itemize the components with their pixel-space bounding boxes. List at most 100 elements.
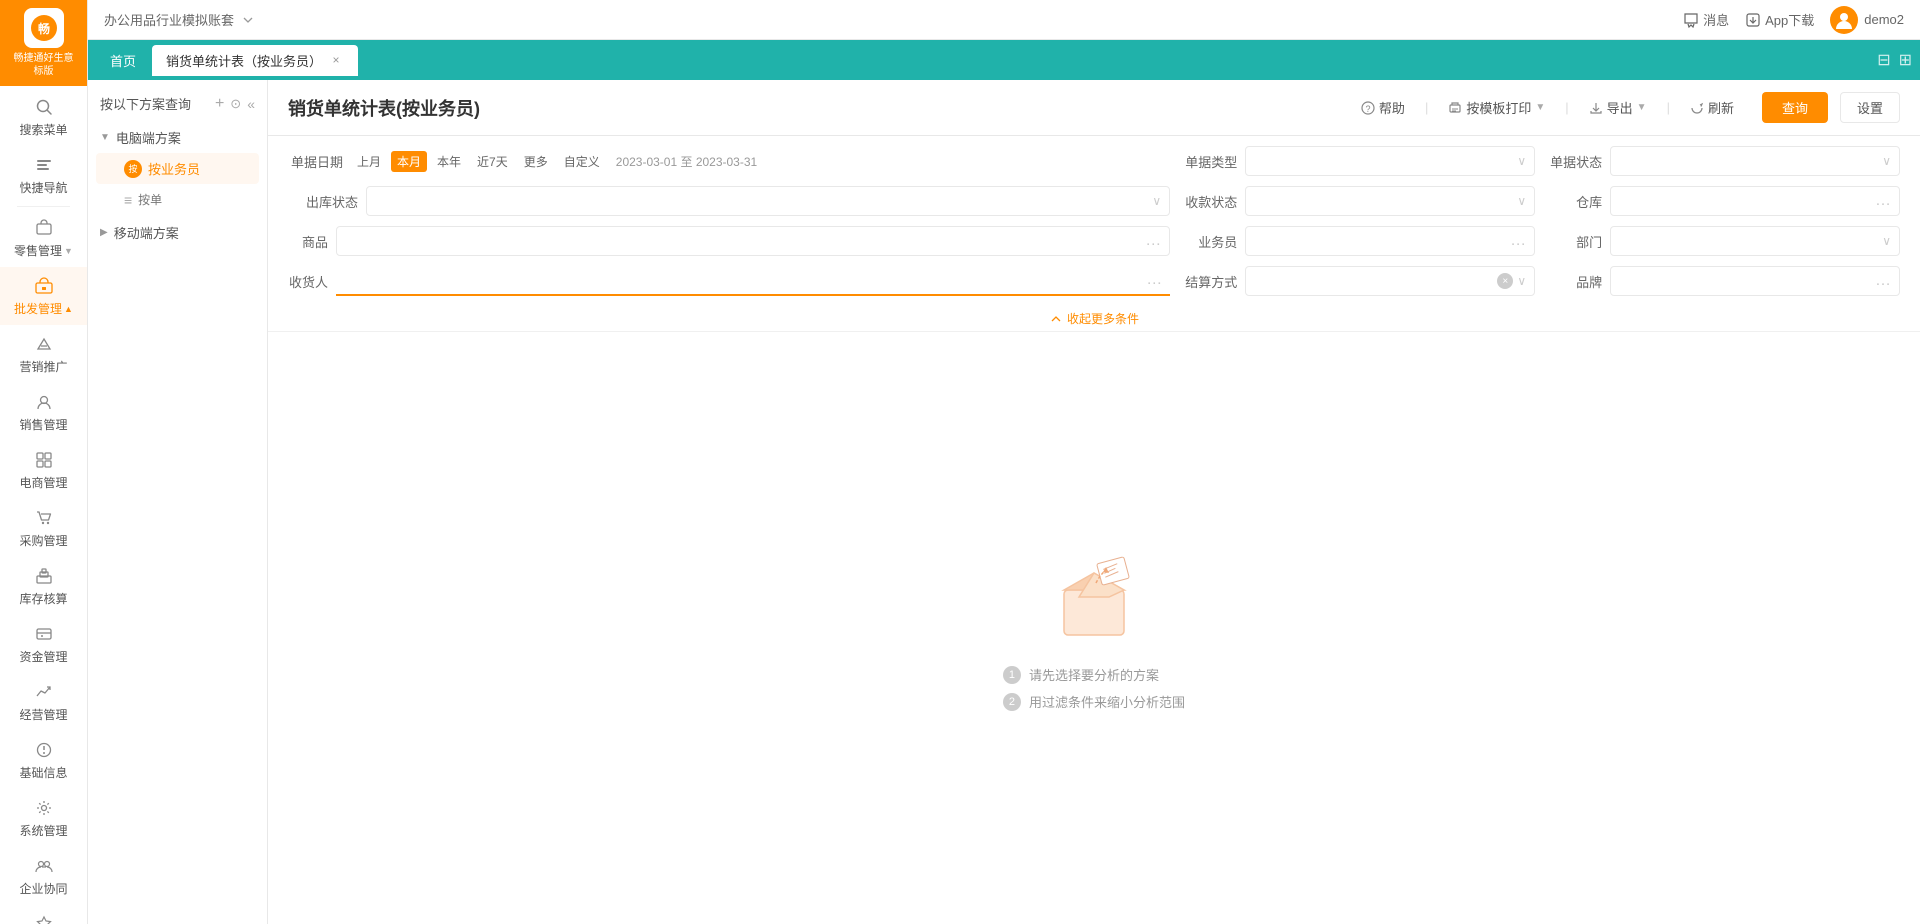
consignee-dots[interactable]: … — [1146, 271, 1162, 289]
setting-btn[interactable]: 设置 — [1840, 92, 1900, 123]
top-header-dropdown[interactable] — [242, 14, 254, 26]
settlement-tag-close[interactable]: × — [1497, 273, 1513, 289]
help-btn[interactable]: ? 帮助 — [1353, 94, 1413, 121]
scheme-group-pc: ▼ 电脑端方案 按 按业务员 ≡ 按单 — [88, 119, 267, 218]
scheme-group-mobile[interactable]: ▶ 移动端方案 — [88, 218, 267, 247]
sidebar-item-wholesale[interactable]: 批发管理 ▲ — [0, 267, 87, 325]
filter-goods: 商品 … — [288, 226, 1170, 256]
add-scheme-btn[interactable]: + — [215, 95, 224, 113]
department-control[interactable]: ∨ — [1610, 226, 1900, 256]
date-tab-more[interactable]: 更多 — [518, 151, 554, 172]
salesperson-control[interactable]: … — [1245, 226, 1535, 256]
sidebar-item-basic[interactable]: 基础信息 — [0, 731, 87, 789]
scheme-sub-item-order[interactable]: ≡ 按单 — [88, 185, 267, 214]
refresh-btn[interactable]: 刷新 — [1682, 94, 1742, 121]
tab-expand-btn[interactable]: ⊞ — [1899, 50, 1912, 70]
date-tab-custom[interactable]: 自定义 — [558, 151, 606, 172]
brand-dots[interactable]: … — [1875, 272, 1891, 290]
sidebar-item-marketing[interactable]: 营销推广 — [0, 325, 87, 383]
tab-home[interactable]: 首页 — [96, 45, 150, 76]
collapse-label: 收起更多条件 — [1067, 310, 1139, 327]
outstatus-label: 出库状态 — [288, 192, 358, 211]
docstatus-control[interactable]: ∨ — [1610, 146, 1900, 176]
sidebar-item-collab[interactable]: 企业协同 — [0, 847, 87, 905]
date-tabs: 上月 本月 本年 近7天 更多 自定义 — [351, 151, 606, 172]
scheme-item-salesperson[interactable]: 按 按业务员 — [96, 153, 259, 184]
top-header-left: 办公用品行业模拟账套 — [104, 10, 254, 29]
sidebar-item-retail[interactable]: 零售管理 ▼ — [0, 209, 87, 267]
goods-dots[interactable]: … — [1145, 232, 1161, 250]
empty-tips: 1 请先选择要分析的方案 2 用过滤条件来缩小分析范围 — [1003, 665, 1185, 711]
msg-btn[interactable]: 消息 — [1683, 10, 1729, 29]
page-header-actions: ? 帮助 | 按模板打印 ▼ | 导出 ▼ | — [1353, 92, 1900, 135]
department-label: 部门 — [1547, 232, 1602, 251]
user-area[interactable]: demo2 — [1830, 6, 1904, 34]
logo-text: 畅捷通好生意 标版 — [14, 52, 74, 78]
collapse-panel-btn[interactable]: « — [247, 96, 255, 112]
sidebar-item-operation[interactable]: 经营管理 — [0, 673, 87, 731]
goods-control[interactable]: … — [336, 226, 1170, 256]
filter-settlement: 结算方式 × ∨ — [1182, 266, 1535, 296]
divider-3: | — [1565, 100, 1568, 115]
doctype-chevron: ∨ — [1517, 154, 1526, 168]
brand-control[interactable]: … — [1610, 266, 1900, 296]
marketing-label: 营销推广 — [19, 358, 67, 375]
inventory-icon — [33, 565, 55, 587]
sidebar-item-quicknav[interactable]: 快捷导航 — [0, 146, 87, 204]
finance-icon — [33, 623, 55, 645]
system-icon — [33, 797, 55, 819]
app-download-btn[interactable]: App下载 — [1745, 10, 1814, 29]
sidebar-item-ecommerce[interactable]: 电商管理 — [0, 441, 87, 499]
warehouse-dots[interactable]: … — [1875, 192, 1891, 210]
sales-label: 销售管理 — [19, 416, 67, 433]
query-btn[interactable]: 查询 — [1762, 92, 1828, 123]
content-wrapper: 按以下方案查询 + ⊙ « ▼ 电脑端方案 按 按业务员 ≡ 按 — [88, 80, 1920, 924]
salesperson-scheme-label: 按业务员 — [148, 159, 200, 178]
tab-close-btn[interactable]: × — [328, 52, 344, 68]
mobile-label: 移动端方案 — [114, 223, 179, 242]
settlement-control[interactable]: × ∨ — [1245, 266, 1535, 296]
sidebar-item-search[interactable]: 搜索菜单 — [0, 86, 87, 146]
salesperson-scheme-icon: 按 — [124, 160, 142, 178]
pc-group-arrow: ▼ — [100, 132, 110, 143]
brand-label: 品牌 — [1547, 272, 1602, 291]
edit-scheme-btn[interactable]: ⊙ — [230, 96, 241, 112]
logo-btn[interactable]: 畅 畅捷通好生意 标版 — [0, 0, 87, 86]
svg-text:畅: 畅 — [37, 21, 49, 36]
doctype-control[interactable]: ∨ — [1245, 146, 1535, 176]
receiptstatus-control[interactable]: ∨ — [1245, 186, 1535, 216]
date-tab-7days[interactable]: 近7天 — [471, 151, 514, 172]
divider-1 — [17, 206, 69, 207]
tab-active[interactable]: 销货单统计表（按业务员） × — [152, 45, 358, 76]
top-header-title: 办公用品行业模拟账套 — [104, 10, 234, 29]
template-print-btn[interactable]: 按模板打印 ▼ — [1440, 94, 1553, 121]
scheme-group-pc-title[interactable]: ▼ 电脑端方案 — [88, 123, 267, 152]
sidebar-item-sales[interactable]: 销售管理 — [0, 383, 87, 441]
msg-label: 消息 — [1703, 10, 1729, 29]
warehouse-control[interactable]: … — [1610, 186, 1900, 216]
sidebar-item-inventory[interactable]: 库存核算 — [0, 557, 87, 615]
outstatus-control[interactable]: ∨ — [366, 186, 1170, 216]
ecommerce-icon — [33, 449, 55, 471]
sidebar-item-guide[interactable]: 新手引导 — [0, 905, 87, 924]
sidebar-item-finance[interactable]: 资金管理 — [0, 615, 87, 673]
top-header: 办公用品行业模拟账套 消息 App下载 demo2 — [88, 0, 1920, 40]
date-wrapper: 上月 本月 本年 近7天 更多 自定义 2023-03-01 至 2023-03… — [351, 151, 1170, 172]
consignee-control[interactable]: … — [336, 266, 1170, 296]
date-tab-lastmonth[interactable]: 上月 — [351, 151, 387, 172]
goods-label: 商品 — [288, 232, 328, 251]
sidebar-item-system[interactable]: 系统管理 — [0, 789, 87, 847]
export-btn[interactable]: 导出 ▼ — [1581, 94, 1655, 121]
salesperson-dots[interactable]: … — [1510, 232, 1526, 250]
sidebar-item-purchase[interactable]: 采购管理 — [0, 499, 87, 557]
collapse-bar[interactable]: 收起更多条件 — [288, 306, 1900, 331]
filter-date: 单据日期 上月 本月 本年 近7天 更多 自定义 20 — [288, 151, 1170, 172]
date-tab-thisyear[interactable]: 本年 — [431, 151, 467, 172]
tab-collapse-btn[interactable]: ⊟ — [1877, 50, 1890, 70]
svg-text:?: ? — [1365, 104, 1370, 114]
export-dropdown-icon: ▼ — [1637, 102, 1647, 113]
tip-text-1: 请先选择要分析的方案 — [1029, 665, 1159, 684]
date-label: 单据日期 — [288, 152, 343, 171]
filter-docstatus: 单据状态 ∨ — [1547, 146, 1900, 176]
date-tab-thismonth[interactable]: 本月 — [391, 151, 427, 172]
